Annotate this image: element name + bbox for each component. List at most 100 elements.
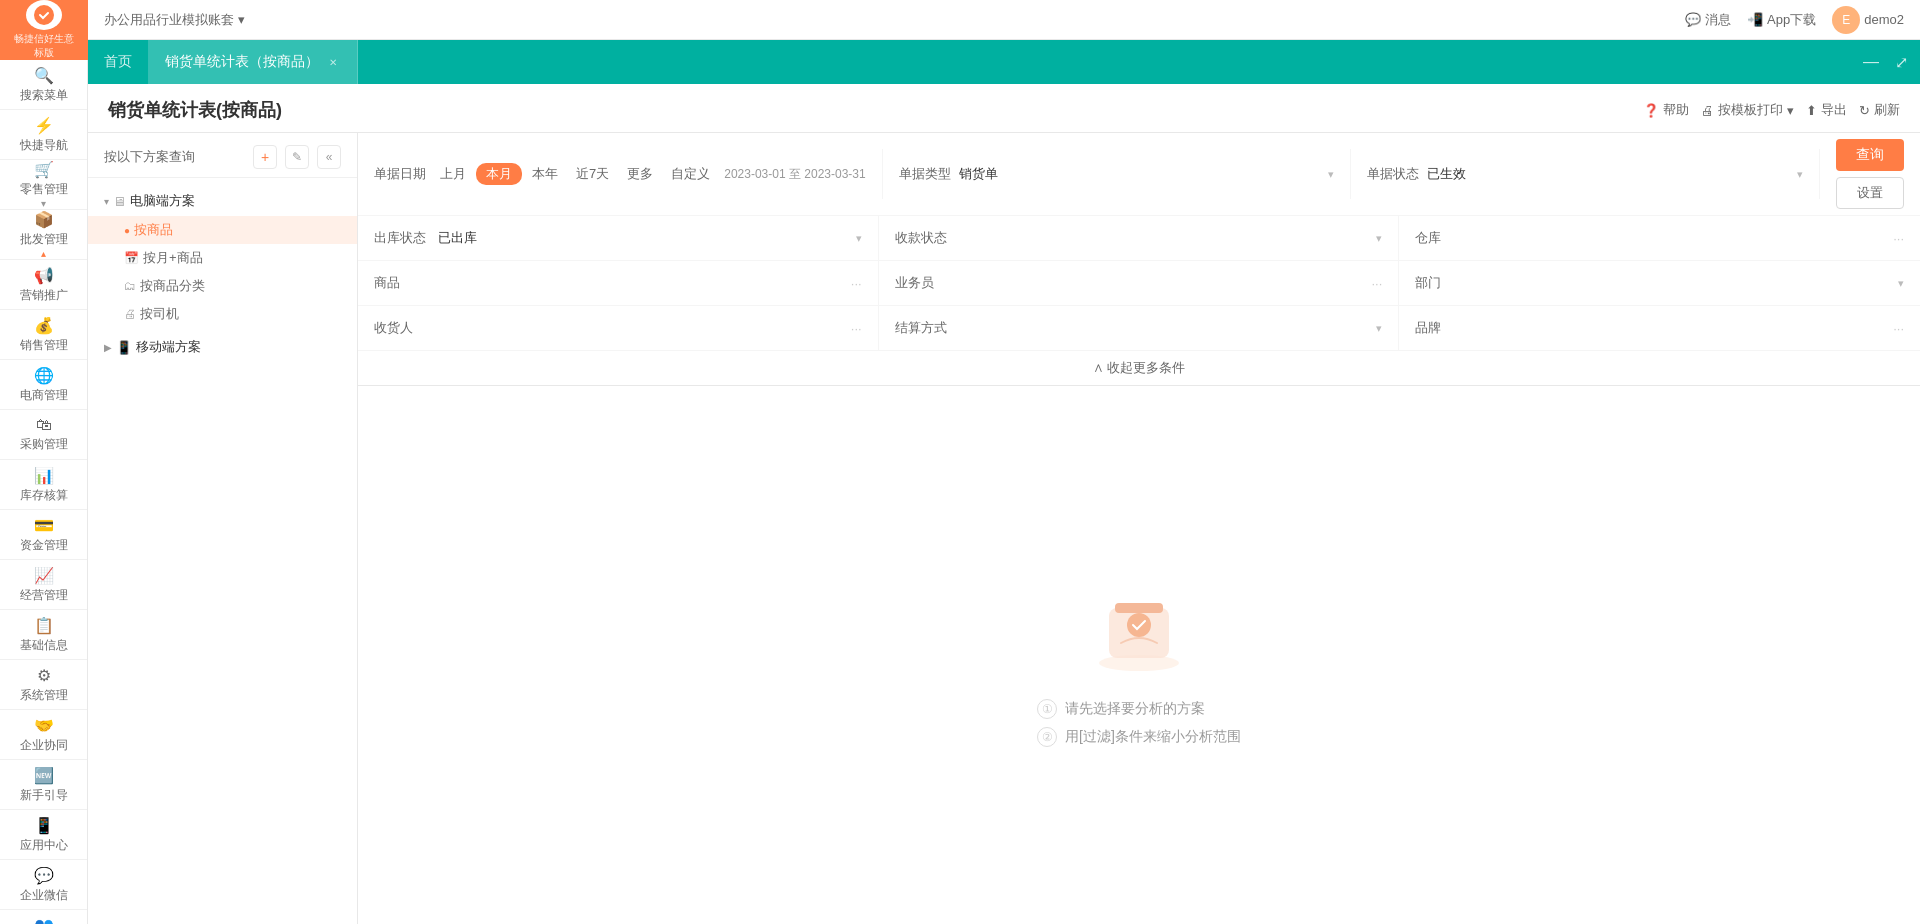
sidebar-item-basic[interactable]: 📋 基础信息 bbox=[0, 610, 87, 660]
help-btn[interactable]: ❓ 帮助 bbox=[1643, 101, 1689, 119]
tip-num-2: ② bbox=[1037, 727, 1057, 747]
department-dropdown[interactable]: ▾ bbox=[1898, 277, 1904, 290]
wechat-icon: 💬 bbox=[34, 866, 54, 885]
date-tab-custom[interactable]: 自定义 bbox=[663, 163, 718, 185]
enterprise-icon: 🤝 bbox=[34, 716, 54, 735]
print-btn[interactable]: 🖨 按模板打印 ▾ bbox=[1701, 101, 1794, 119]
sidebar-item-finance[interactable]: 💳 资金管理 bbox=[0, 510, 87, 560]
filter-row3: 商品 ··· 业务员 ··· bbox=[358, 261, 1920, 306]
logo-icon bbox=[26, 0, 62, 30]
collapse-panel-btn[interactable]: « bbox=[317, 145, 341, 169]
status-filter-label: 单据状态 bbox=[1367, 165, 1419, 183]
sidebar-item-search[interactable]: 🔍 搜索菜单 bbox=[0, 60, 87, 110]
logo[interactable]: 畅捷信好生意 标版 bbox=[0, 0, 88, 60]
type-filter-value: 销货单 bbox=[959, 165, 998, 183]
sidebar-item-marketing[interactable]: 📢 营销推广 bbox=[0, 260, 87, 310]
retail-icon: 🛒 bbox=[34, 160, 54, 179]
tab-minimize-btn[interactable]: — bbox=[1859, 49, 1883, 75]
tab-maximize-btn[interactable]: ⤢ bbox=[1891, 49, 1912, 76]
date-tab-last-month[interactable]: 上月 bbox=[432, 163, 474, 185]
quick-nav-icon: ⚡ bbox=[34, 116, 54, 135]
warehouse-more-icon[interactable]: ··· bbox=[1893, 231, 1904, 246]
collapse-filter-label: ∧ 收起更多条件 bbox=[1093, 359, 1186, 377]
wholesale-expand-icon: ▴ bbox=[41, 248, 46, 259]
user-name: demo2 bbox=[1864, 12, 1904, 27]
sidebar-item-quick-nav[interactable]: ⚡ 快捷导航 bbox=[0, 110, 87, 160]
filter-cell-receiver: 收货人 ··· bbox=[358, 306, 879, 350]
tree-item-by-category[interactable]: 🗂 按商品分类 bbox=[88, 272, 357, 300]
receiver-more-icon[interactable]: ··· bbox=[851, 321, 862, 336]
page-header: 销货单统计表(按商品) ❓ 帮助 🖨 按模板打印 ▾ ⬆ 导出 ↻ 刷新 bbox=[88, 84, 1920, 133]
sidebar-item-retail[interactable]: 🛒 零售管理 ▾ bbox=[0, 160, 87, 210]
sidebar-item-purchase[interactable]: 🛍 采购管理 bbox=[0, 410, 87, 460]
sidebar-item-operation[interactable]: 📈 经营管理 bbox=[0, 560, 87, 610]
edit-scheme-btn[interactable]: ✎ bbox=[285, 145, 309, 169]
sidebar-item-guide[interactable]: 🆕 新手引导 bbox=[0, 760, 87, 810]
tree-item-by-product[interactable]: ● 按商品 bbox=[88, 216, 357, 244]
payment-method-dropdown[interactable]: ▾ bbox=[1376, 322, 1382, 335]
export-label: 导出 bbox=[1821, 101, 1847, 119]
payment-method-control: ▾ bbox=[959, 322, 1383, 335]
payment-status-dropdown[interactable]: ▾ bbox=[1376, 232, 1382, 245]
sidebar-item-system[interactable]: ⚙ 系统管理 bbox=[0, 660, 87, 710]
salesperson-more-icon[interactable]: ··· bbox=[1371, 276, 1382, 291]
tab-close-btn[interactable]: ✕ bbox=[325, 54, 341, 70]
user-profile[interactable]: E demo2 bbox=[1832, 6, 1904, 34]
tree-mobile[interactable]: ▶ 📱 移动端方案 bbox=[88, 332, 357, 362]
tree-item-month-icon: 📅 bbox=[124, 251, 139, 265]
empty-tip-2: ② 用[过滤]条件来缩小分析范围 bbox=[1037, 727, 1241, 747]
sidebar-item-operation-label: 经营管理 bbox=[20, 587, 68, 604]
refresh-label: 刷新 bbox=[1874, 101, 1900, 119]
sidebar-item-ecommerce[interactable]: 🌐 电商管理 bbox=[0, 360, 87, 410]
tree-item-by-cashier[interactable]: 🖨 按司机 bbox=[88, 300, 357, 328]
avatar-text: E bbox=[1842, 13, 1850, 27]
status-dropdown-icon[interactable]: ▾ bbox=[1797, 168, 1803, 181]
sidebar-item-search-label: 搜索菜单 bbox=[20, 87, 68, 104]
edit-icon: ✎ bbox=[292, 150, 302, 164]
refresh-btn[interactable]: ↻ 刷新 bbox=[1859, 101, 1900, 119]
main-layout: 按以下方案查询 + ✎ « ▾ bbox=[88, 133, 1920, 924]
top-header: 办公用品行业模拟账套 ▾ 💬 消息 📲 App下载 E demo2 bbox=[88, 0, 1920, 40]
filter-cell-department: 部门 ▾ bbox=[1399, 261, 1920, 305]
date-tab-more[interactable]: 更多 bbox=[619, 163, 661, 185]
settings-button[interactable]: 设置 bbox=[1836, 177, 1904, 209]
warehouse-status-dropdown[interactable]: ▾ bbox=[856, 232, 862, 245]
tab-sales-stats[interactable]: 销货单统计表（按商品） ✕ bbox=[149, 40, 358, 84]
app-download-btn[interactable]: 📲 App下载 bbox=[1747, 11, 1816, 29]
sidebar-item-sales[interactable]: 💰 销售管理 bbox=[0, 310, 87, 360]
date-tab-this-year[interactable]: 本年 bbox=[524, 163, 566, 185]
product-control: ··· bbox=[438, 276, 862, 291]
tree-desktop[interactable]: ▾ 🖥 电脑端方案 bbox=[88, 186, 357, 216]
svg-point-0 bbox=[34, 5, 54, 25]
tab-home-label: 首页 bbox=[104, 53, 132, 71]
collapse-filter-btn[interactable]: ∧ 收起更多条件 bbox=[358, 351, 1920, 385]
tree-item-by-month-product[interactable]: 📅 按月+商品 bbox=[88, 244, 357, 272]
sidebar-item-inventory[interactable]: 📊 库存核算 bbox=[0, 460, 87, 510]
message-btn[interactable]: 💬 消息 bbox=[1685, 11, 1731, 29]
brand-more-icon[interactable]: ··· bbox=[1893, 321, 1904, 336]
date-tabs: 上月 本月 本年 近7天 更多 自定义 bbox=[432, 163, 718, 185]
sidebar-item-apps[interactable]: 📱 应用中心 bbox=[0, 810, 87, 860]
date-tab-this-month[interactable]: 本月 bbox=[476, 163, 522, 185]
sidebar-item-wholesale[interactable]: 📦 批发管理 ▴ bbox=[0, 210, 87, 260]
operation-icon: 📈 bbox=[34, 566, 54, 585]
sidebar-item-wechat[interactable]: 💬 企业微信 bbox=[0, 860, 87, 910]
page-actions: ❓ 帮助 🖨 按模板打印 ▾ ⬆ 导出 ↻ 刷新 bbox=[1643, 101, 1900, 119]
type-dropdown-icon[interactable]: ▾ bbox=[1328, 168, 1334, 181]
tab-home[interactable]: 首页 bbox=[88, 40, 149, 84]
sidebar-item-wechat-label: 企业微信 bbox=[20, 887, 68, 904]
retail-expand-icon: ▾ bbox=[41, 198, 46, 209]
sidebar-item-enterprise[interactable]: 🤝 企业协同 bbox=[0, 710, 87, 760]
main-area: 办公用品行业模拟账套 ▾ 💬 消息 📲 App下载 E demo2 首页 bbox=[88, 0, 1920, 924]
sidebar-item-wholesale-label: 批发管理 bbox=[20, 231, 68, 248]
nav-dropdown[interactable]: 办公用品行业模拟账套 ▾ bbox=[104, 11, 245, 29]
sidebar-item-basic-label: 基础信息 bbox=[20, 637, 68, 654]
query-button[interactable]: 查询 bbox=[1836, 139, 1904, 171]
purchase-icon: 🛍 bbox=[36, 416, 52, 434]
export-btn[interactable]: ⬆ 导出 bbox=[1806, 101, 1847, 119]
product-more-icon[interactable]: ··· bbox=[851, 276, 862, 291]
date-filter-label: 单据日期 bbox=[374, 165, 426, 183]
add-scheme-btn[interactable]: + bbox=[253, 145, 277, 169]
sidebar-item-member[interactable]: 👥 畅会员 bbox=[0, 910, 87, 924]
date-tab-7days[interactable]: 近7天 bbox=[568, 163, 617, 185]
